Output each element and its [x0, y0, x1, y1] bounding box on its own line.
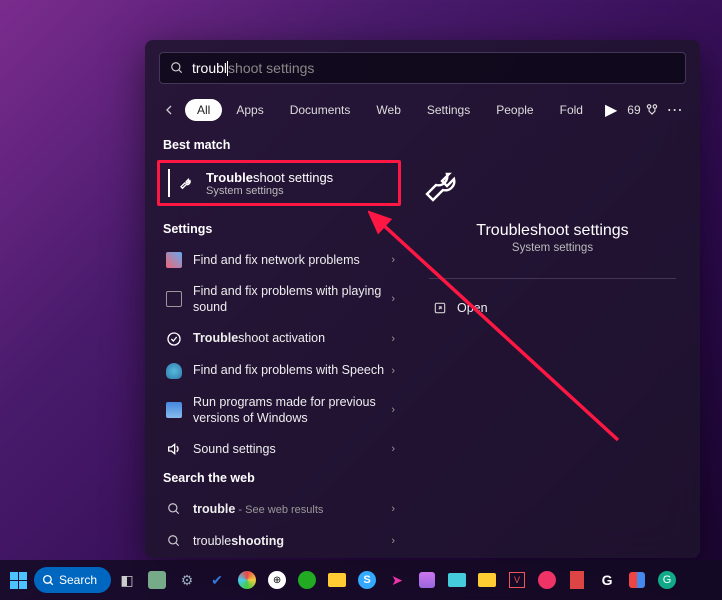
taskbar-app-15[interactable] [563, 566, 591, 594]
settings-item-sound-problems[interactable]: Find and fix problems with playing sound… [159, 276, 401, 323]
best-match-result[interactable]: Troubleshoot settings System settings [157, 160, 401, 206]
taskbar-app-11[interactable] [443, 566, 471, 594]
start-button[interactable] [4, 566, 32, 594]
chevron-right-icon: › [391, 404, 395, 416]
settings-item-sound-settings[interactable]: Sound settings › [159, 433, 401, 465]
open-action[interactable]: Open [419, 295, 686, 321]
taskbar-app-2[interactable]: ⚙ [173, 566, 201, 594]
search-icon [165, 532, 183, 550]
photos-header: Photos (9+) [159, 557, 401, 558]
taskbar: Search ◧ ⚙ ✔ ⊕ S ➤ V G G [0, 560, 722, 600]
wrench-large-icon [419, 162, 686, 210]
taskbar-app-9[interactable]: ➤ [383, 566, 411, 594]
search-typed-text: troubl [192, 60, 227, 76]
item-label: Troubleshoot activation [193, 330, 391, 346]
chevron-right-icon: › [391, 365, 395, 377]
item-label: troubleshooting [193, 533, 391, 549]
search-icon [165, 500, 183, 518]
taskbar-app-1[interactable] [143, 566, 171, 594]
taskbar-app-12[interactable] [473, 566, 501, 594]
details-pane: Troubleshoot settings System settings Op… [405, 132, 700, 558]
more-filters-icon[interactable]: ▶ [599, 96, 623, 124]
details-title: Troubleshoot settings [419, 222, 686, 240]
chevron-right-icon: › [391, 293, 395, 305]
results-content: Best match Troubleshoot settings System … [145, 132, 700, 558]
taskbar-app-18[interactable]: G [653, 566, 681, 594]
network-icon [165, 251, 183, 269]
settings-item-activation[interactable]: Troubleshoot activation › [159, 323, 401, 355]
taskbar-app-6[interactable] [293, 566, 321, 594]
item-label: Sound settings [193, 441, 391, 457]
web-result-trouble[interactable]: trouble - See web results › [159, 493, 401, 525]
results-left-column: Best match Troubleshoot settings System … [145, 132, 405, 558]
filter-tab-folders[interactable]: Fold [548, 99, 595, 121]
settings-item-compatibility[interactable]: Run programs made for previous versions … [159, 387, 401, 434]
best-match-header: Best match [159, 132, 401, 160]
filter-tab-all[interactable]: All [185, 99, 222, 121]
task-view-icon[interactable]: ◧ [113, 566, 141, 594]
item-label: Find and fix problems with playing sound [193, 283, 391, 316]
taskbar-app-8[interactable]: S [353, 566, 381, 594]
filter-tabs-row: All Apps Documents Web Settings People F… [145, 92, 700, 132]
filter-tab-settings[interactable]: Settings [415, 99, 482, 121]
filter-tab-web[interactable]: Web [364, 99, 412, 121]
microphone-icon [165, 362, 183, 380]
web-result-troubleshooting[interactable]: troubleshooting › [159, 525, 401, 557]
windows-search-panel: troublshoot settings All Apps Documents … [145, 40, 700, 558]
search-input-bar[interactable]: troublshoot settings [159, 52, 686, 84]
settings-item-network[interactable]: Find and fix network problems › [159, 244, 401, 276]
chevron-right-icon: › [391, 503, 395, 515]
taskbar-app-14[interactable] [533, 566, 561, 594]
search-icon [170, 61, 184, 75]
rewards-points[interactable]: 69 [627, 103, 658, 117]
taskbar-app-4[interactable] [233, 566, 261, 594]
filter-tab-documents[interactable]: Documents [278, 99, 363, 121]
selection-indicator [168, 169, 170, 197]
taskbar-app-16[interactable]: G [593, 566, 621, 594]
more-options-icon[interactable]: ⋯ [661, 100, 689, 120]
best-match-subtitle: System settings [206, 185, 333, 197]
filter-tab-people[interactable]: People [484, 99, 545, 121]
details-card: Troubleshoot settings System settings [419, 152, 686, 254]
item-label: Find and fix network problems [193, 252, 391, 268]
open-icon [433, 301, 447, 315]
best-match-text: Troubleshoot settings System settings [206, 170, 333, 197]
settings-header: Settings [159, 216, 401, 244]
taskbar-app-17[interactable] [623, 566, 651, 594]
item-label: Run programs made for previous versions … [193, 394, 391, 427]
item-label: trouble - See web results [193, 501, 391, 517]
filter-tab-apps[interactable]: Apps [224, 99, 275, 121]
best-match-title-rest: shoot settings [253, 170, 333, 185]
taskbar-app-7[interactable] [323, 566, 351, 594]
points-value: 69 [627, 103, 640, 117]
chevron-right-icon: › [391, 254, 395, 266]
sound-file-icon [165, 290, 183, 308]
open-label: Open [457, 301, 488, 315]
taskbar-search-button[interactable]: Search [34, 567, 111, 593]
volume-icon [165, 440, 183, 458]
search-ghost-text: shoot settings [228, 60, 314, 76]
taskbar-app-13[interactable]: V [503, 566, 531, 594]
taskbar-app-3[interactable]: ✔ [203, 566, 231, 594]
taskbar-app-5[interactable]: ⊕ [263, 566, 291, 594]
chevron-right-icon: › [391, 443, 395, 455]
search-label: Search [59, 573, 97, 587]
taskbar-app-10[interactable] [413, 566, 441, 594]
wrench-icon [178, 174, 196, 192]
compat-icon [165, 401, 183, 419]
chevron-right-icon: › [391, 535, 395, 547]
item-label: Find and fix problems with Speech [193, 362, 391, 378]
chevron-right-icon: › [391, 333, 395, 345]
check-circle-icon [165, 330, 183, 348]
divider [429, 278, 676, 279]
details-subtitle: System settings [419, 242, 686, 254]
settings-item-speech[interactable]: Find and fix problems with Speech › [159, 355, 401, 387]
web-header: Search the web [159, 465, 401, 493]
back-arrow-icon[interactable] [155, 98, 183, 122]
best-match-title-bold: Trouble [206, 170, 253, 185]
